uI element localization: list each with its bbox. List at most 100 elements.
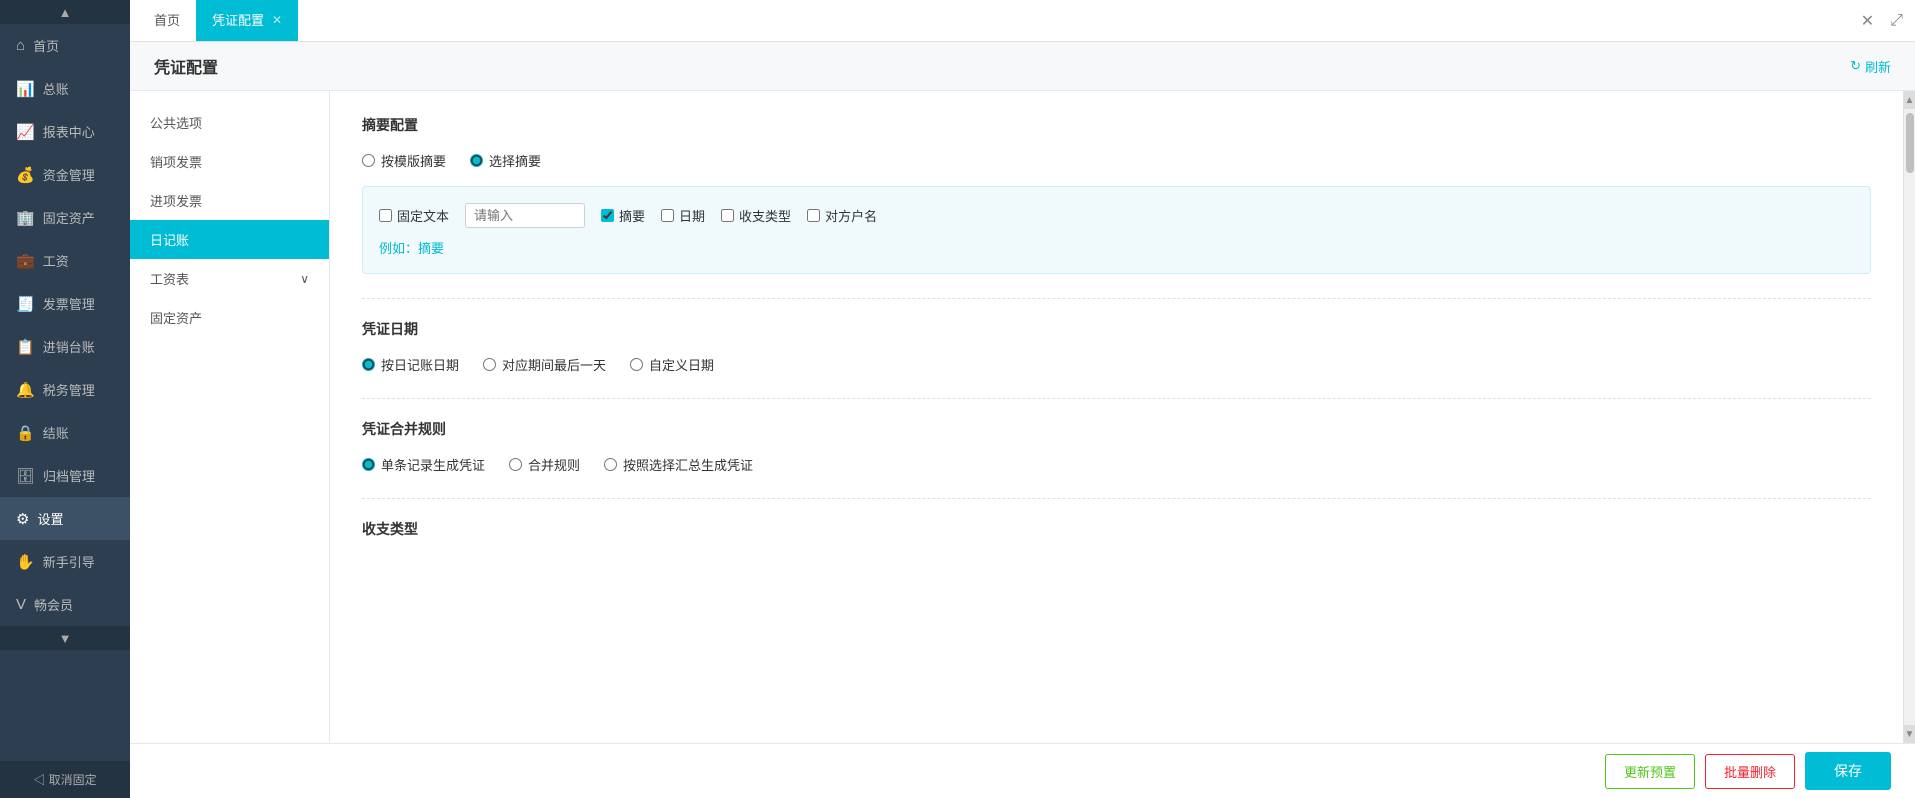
sidebar-item-invoice[interactable]: 🧾 发票管理: [0, 282, 130, 325]
summary-options-box: 固定文本 摘要 日期 收支类型: [362, 186, 1871, 274]
checkbox-date-input[interactable]: [661, 209, 674, 222]
voucher-date-section: 凭证日期 按日记账日期 对应期间最后一天 自定义日期: [362, 319, 1871, 374]
checkbox-fixed-text-input[interactable]: [379, 209, 392, 222]
vip-icon: V: [16, 596, 26, 613]
checkbox-counterpart[interactable]: 对方户名: [807, 206, 877, 225]
checkbox-summary-label: 摘要: [619, 206, 645, 225]
radio-select-merge[interactable]: 按照选择汇总生成凭证: [604, 455, 753, 474]
sidebar-item-vip[interactable]: V 畅会员: [0, 583, 130, 626]
bottom-bar: 更新预置 批量删除 保存: [130, 743, 1915, 798]
radio-merge-input[interactable]: [509, 458, 522, 471]
chevron-down-icon: ∨: [300, 272, 309, 286]
sidebar-item-salary[interactable]: 💼 工资: [0, 239, 130, 282]
batch-delete-button[interactable]: 批量删除: [1705, 754, 1795, 789]
nav-item-public[interactable]: 公共选项: [130, 103, 329, 142]
radio-custom-date-input[interactable]: [630, 358, 643, 371]
checkbox-summary-input[interactable]: [601, 209, 614, 222]
sidebar-item-sales-label: 进销台账: [43, 337, 95, 356]
checkbox-counterpart-input[interactable]: [807, 209, 820, 222]
radio-select-summary[interactable]: 选择摘要: [470, 151, 541, 170]
radio-single-input[interactable]: [362, 458, 375, 471]
save-button[interactable]: 保存: [1805, 752, 1891, 790]
radio-period-last[interactable]: 对应期间最后一天: [483, 355, 606, 374]
radio-template-summary[interactable]: 按模版摘要: [362, 151, 446, 170]
sidebar-item-settings[interactable]: ⚙ 设置: [0, 497, 130, 540]
radio-journal-date-input[interactable]: [362, 358, 375, 371]
sidebar-scroll-down[interactable]: ▼: [0, 626, 130, 650]
nav-item-payroll[interactable]: 工资表 ∨: [130, 259, 329, 298]
radio-custom-date[interactable]: 自定义日期: [630, 355, 714, 374]
checkbox-fixed-text[interactable]: 固定文本: [379, 206, 449, 225]
window-expand-icon[interactable]: ⤢: [1886, 10, 1907, 32]
sidebar-item-salary-label: 工资: [43, 251, 69, 270]
divider-1: [362, 298, 1871, 299]
sidebar-item-sales[interactable]: 📋 进销台账: [0, 325, 130, 368]
tab-home-label: 首页: [154, 10, 180, 29]
unpin-icon: ◁: [33, 773, 48, 787]
radio-merge-label: 合并规则: [528, 455, 580, 474]
summary-radio-group: 按模版摘要 选择摘要: [362, 151, 1871, 170]
income-type-title: 收支类型: [362, 519, 1871, 539]
sidebar-item-archive[interactable]: 🗄 归档管理: [0, 454, 130, 497]
radio-single[interactable]: 单条记录生成凭证: [362, 455, 485, 474]
radio-single-label: 单条记录生成凭证: [381, 455, 485, 474]
sidebar-scroll-up[interactable]: ▲: [0, 0, 130, 24]
window-close-icon[interactable]: ✕: [1857, 9, 1878, 33]
salary-icon: 💼: [16, 252, 35, 270]
sidebar-item-tax[interactable]: 🔔 税务管理: [0, 368, 130, 411]
radio-journal-date[interactable]: 按日记账日期: [362, 355, 459, 374]
settings-icon: ⚙: [16, 510, 29, 528]
nav-item-sales-invoice-label: 销项发票: [150, 152, 202, 171]
sidebar-item-report[interactable]: 📈 报表中心: [0, 110, 130, 153]
radio-merge[interactable]: 合并规则: [509, 455, 580, 474]
sidebar-item-archive-label: 归档管理: [43, 466, 95, 485]
sidebar-item-ledger-label: 总账: [43, 79, 69, 98]
content-layout: 公共选项 销项发票 进项发票 日记账 工资表 ∨ 固定资产 摘要配置: [130, 91, 1915, 743]
nav-item-fixed-asset[interactable]: 固定资产: [130, 298, 329, 337]
checkbox-date[interactable]: 日期: [661, 206, 705, 225]
nav-item-purchase-invoice[interactable]: 进项发票: [130, 181, 329, 220]
tab-close-icon[interactable]: ✕: [272, 13, 282, 27]
summary-checkboxes: 固定文本 摘要 日期 收支类型: [379, 203, 1854, 228]
sidebar-item-close[interactable]: 🔒 结账: [0, 411, 130, 454]
checkbox-summary[interactable]: 摘要: [601, 206, 645, 225]
archive-icon: 🗄: [16, 467, 35, 485]
scroll-up-btn[interactable]: ▲: [1904, 91, 1915, 109]
nav-item-journal[interactable]: 日记账: [130, 220, 329, 259]
sidebar-item-home[interactable]: ⌂ 首页: [0, 24, 130, 67]
checkbox-income-type-label: 收支类型: [739, 206, 791, 225]
nav-item-journal-label: 日记账: [150, 230, 189, 249]
sidebar-item-ledger[interactable]: 📊 总账: [0, 67, 130, 110]
voucher-date-radio-group: 按日记账日期 对应期间最后一天 自定义日期: [362, 355, 1871, 374]
divider-3: [362, 498, 1871, 499]
scroll-thumb[interactable]: [1906, 113, 1914, 173]
summary-example: 例如：摘要: [379, 238, 1854, 257]
refresh-button[interactable]: ↻ 刷新: [1850, 57, 1891, 76]
radio-period-last-input[interactable]: [483, 358, 496, 371]
scroll-down-btn[interactable]: ▼: [1904, 725, 1915, 743]
sidebar-item-settings-label: 设置: [37, 509, 63, 528]
nav-item-payroll-label: 工资表: [150, 269, 189, 288]
sidebar-item-close-label: 结账: [43, 423, 69, 442]
sidebar-item-fund-label: 资金管理: [43, 165, 95, 184]
nav-item-sales-invoice[interactable]: 销项发票: [130, 142, 329, 181]
tab-voucher[interactable]: 凭证配置 ✕: [196, 0, 298, 41]
radio-select-merge-input[interactable]: [604, 458, 617, 471]
radio-select-input[interactable]: [470, 154, 483, 167]
sidebar-unpin-button[interactable]: ◁ 取消固定: [0, 761, 130, 798]
checkbox-income-type-input[interactable]: [721, 209, 734, 222]
update-preview-button[interactable]: 更新预置: [1605, 754, 1695, 789]
tab-home[interactable]: 首页: [138, 0, 196, 41]
sidebar-item-home-label: 首页: [33, 36, 59, 55]
sidebar-item-asset[interactable]: 🏢 固定资产: [0, 196, 130, 239]
checkbox-income-type[interactable]: 收支类型: [721, 206, 791, 225]
main-area: 首页 凭证配置 ✕ ✕ ⤢ 凭证配置 ↻ 刷新 公共选项 销项发票 进: [130, 0, 1915, 798]
sidebar-item-guide[interactable]: ✋ 新手引导: [0, 540, 130, 583]
scrollbar-track: ▲ ▼: [1903, 91, 1915, 743]
radio-template-input[interactable]: [362, 154, 375, 167]
sidebar-item-fund[interactable]: 💰 资金管理: [0, 153, 130, 196]
fixed-text-input[interactable]: [465, 203, 585, 228]
page-header: 凭证配置 ↻ 刷新: [130, 42, 1915, 91]
merge-rules-radio-group: 单条记录生成凭证 合并规则 按照选择汇总生成凭证: [362, 455, 1871, 474]
sidebar-item-asset-label: 固定资产: [43, 208, 95, 227]
